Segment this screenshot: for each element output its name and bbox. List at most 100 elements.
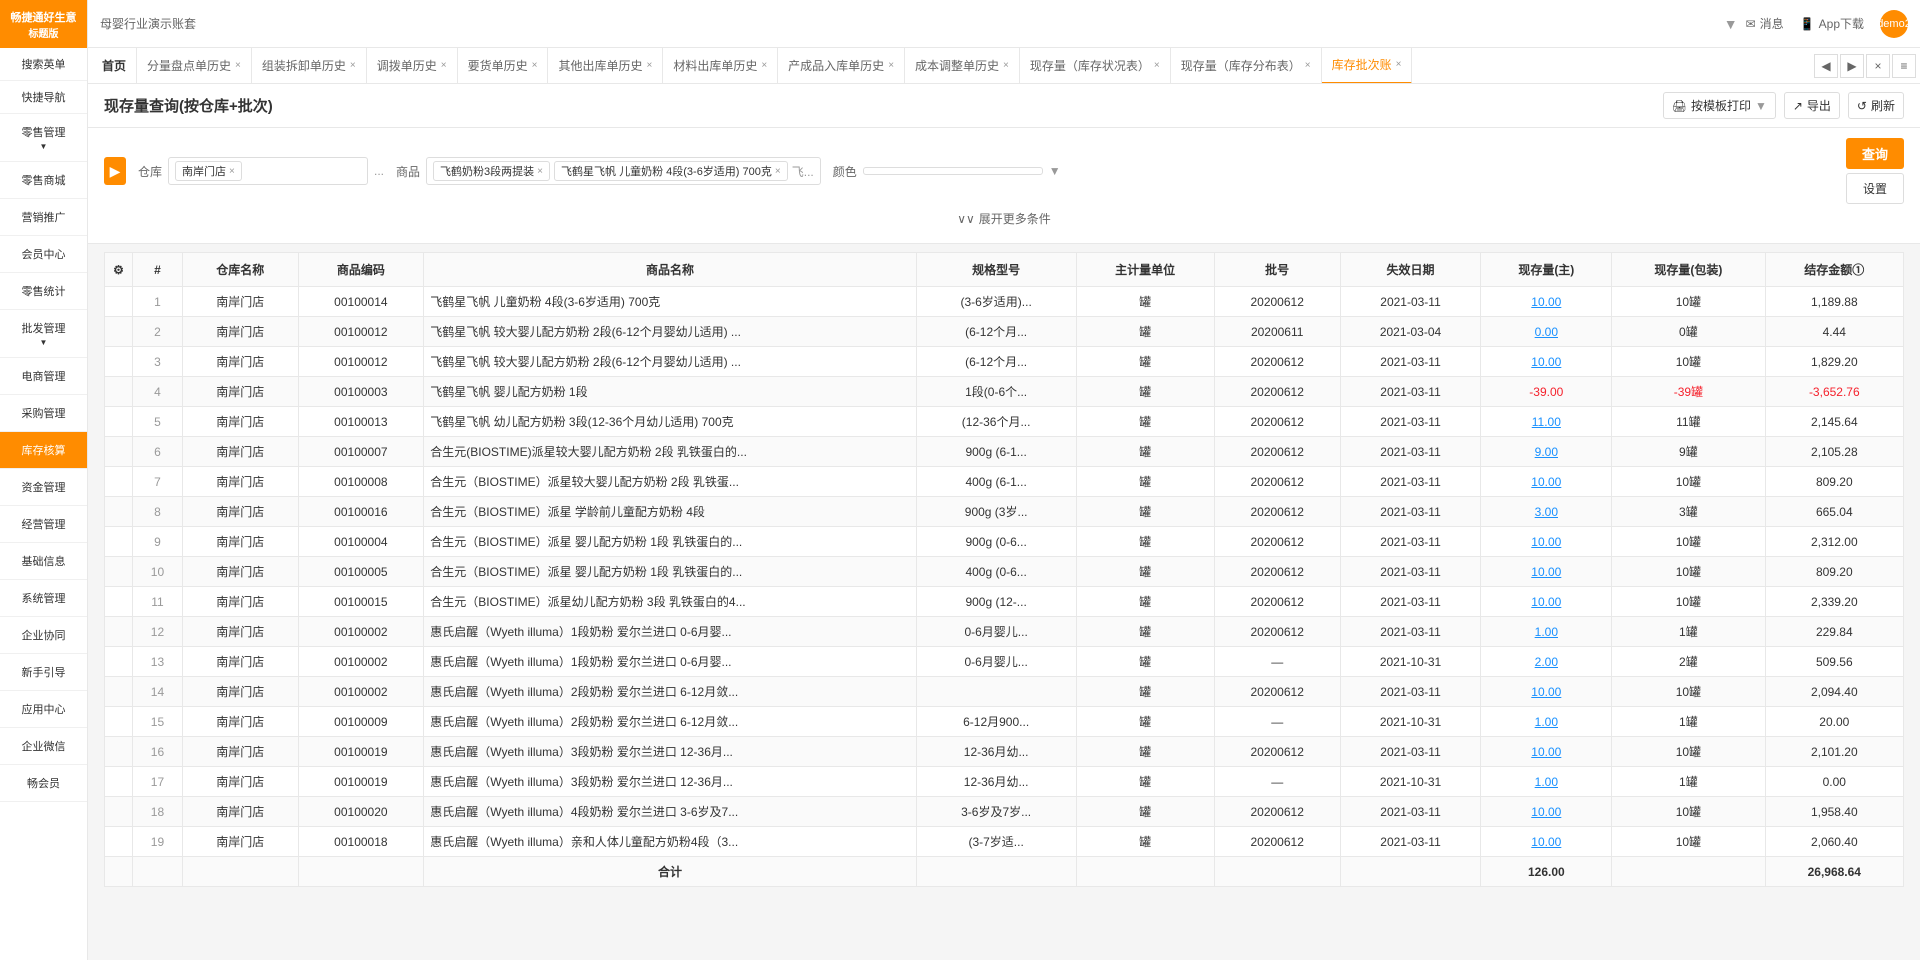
sidebar-item-basic[interactable]: 基础信息 [0, 543, 87, 580]
tab-next-btn[interactable]: ▶ [1840, 54, 1864, 78]
query-btn[interactable]: 查询 [1846, 138, 1904, 169]
sidebar-item-enterprise[interactable]: 企业协同 [0, 617, 87, 654]
message-btn[interactable]: ✉ 消息 [1746, 15, 1784, 32]
sidebar-item-finance[interactable]: 资金管理 [0, 469, 87, 506]
table-header-row: ⚙ # 仓库名称 商品编码 商品名称 规格型号 主计量单位 批号 失效日期 现存… [105, 253, 1904, 287]
logo-line1: 畅捷通好生意 [11, 9, 77, 25]
shortcut-nav-item[interactable]: 快捷导航 [0, 81, 87, 114]
main-content: 母婴行业演示账套 ▼ ✉ 消息 📱 App下载 demo2 首页 分量盘点单历史… [88, 0, 1920, 960]
sidebar-item-inventory[interactable]: 库存核算 [0, 432, 87, 469]
sidebar-item-appstore[interactable]: 应用中心 [0, 691, 87, 728]
product-input[interactable]: 飞鹤奶粉3段两提装 × 飞鹤星飞帆 儿童奶粉 4段(3-6岁适用) 700克 ×… [426, 157, 821, 185]
table-row: 5 南岸门店 00100013 飞鹤星飞帆 幼儿配方奶粉 3段(12-36个月幼… [105, 407, 1904, 437]
tab-other-out-history[interactable]: 其他出库单历史 × [548, 48, 663, 84]
tab-inventory-status[interactable]: 现存量（库存状况表） × [1020, 48, 1171, 84]
tag-close-icon[interactable]: × [537, 166, 543, 177]
tab-close-icon[interactable]: × [761, 60, 767, 71]
avatar[interactable]: demo2 [1880, 10, 1908, 38]
sidebar-item-operations[interactable]: 经营管理 [0, 506, 87, 543]
tab-split-history[interactable]: 分量盘点单历史 × [137, 48, 252, 84]
refresh-btn[interactable]: ↺ 刷新 [1848, 92, 1904, 119]
sidebar-item-purchase[interactable]: 采购管理 [0, 395, 87, 432]
tab-close-icon[interactable]: × [646, 60, 652, 71]
topbar-right: ✉ 消息 📱 App下载 demo2 [1746, 10, 1908, 38]
tab-close-icon[interactable]: × [441, 60, 447, 71]
tab-prev-btn[interactable]: ◀ [1814, 54, 1838, 78]
expand-filter-btn[interactable]: ∨∨ 展开更多条件 [957, 210, 1051, 227]
table-row: 13 南岸门店 00100002 惠氏启醒（Wyeth illuma）1段奶粉 … [105, 647, 1904, 677]
filter-product-group: 商品 飞鹤奶粉3段两提装 × 飞鹤星飞帆 儿童奶粉 4段(3-6岁适用) 700… [396, 157, 821, 185]
th-warehouse: 仓库名称 [182, 253, 298, 287]
tab-cost-adjust[interactable]: 成本调整单历史 × [905, 48, 1020, 84]
table-body: 1 南岸门店 00100014 飞鹤星飞帆 儿童奶粉 4段(3-6岁适用) 70… [105, 287, 1904, 857]
tab-close-btn[interactable]: × [1866, 54, 1890, 78]
product-more[interactable]: 飞... [792, 163, 814, 180]
table-row: 12 南岸门店 00100002 惠氏启醒（Wyeth illuma）1段奶粉 … [105, 617, 1904, 647]
sidebar: 畅捷通好生意 标题版 搜索英单 快捷导航 零售管理 ▼ 零售商城 营销推广 会员… [0, 0, 88, 960]
tab-close-icon[interactable]: × [1003, 60, 1009, 71]
warehouse-tag: 南岸门店 × [175, 161, 242, 181]
tab-mix-history[interactable]: 调拨单历史 × [367, 48, 458, 84]
tab-close-icon[interactable]: × [1396, 59, 1402, 70]
table-row: 2 南岸门店 00100012 飞鹤星飞帆 较大婴儿配方奶粉 2段(6-12个月… [105, 317, 1904, 347]
tab-order-history[interactable]: 要货单历史 × [458, 48, 549, 84]
th-settings: ⚙ [105, 253, 133, 287]
sidebar-item-member[interactable]: 会员中心 [0, 236, 87, 273]
sidebar-item-marketing[interactable]: 营销推广 [0, 199, 87, 236]
table-row: 10 南岸门店 00100005 合生元（BIOSTIME）派星 婴儿配方奶粉 … [105, 557, 1904, 587]
tab-disassemble-history[interactable]: 组装拆卸单历史 × [252, 48, 367, 84]
warehouse-input[interactable]: 南岸门店 × [168, 157, 368, 185]
th-code: 商品编码 [298, 253, 424, 287]
search-english-item[interactable]: 搜索英单 [0, 48, 87, 81]
th-stock-pkg: 现存量(包装) [1612, 253, 1765, 287]
th-stock-main: 现存量(主) [1481, 253, 1612, 287]
tab-close-icon[interactable]: × [888, 60, 894, 71]
chevron-down-icon: ▼ [40, 142, 48, 151]
sidebar-item-corp-wechat[interactable]: 企业微信 [0, 728, 87, 765]
tab-close-icon[interactable]: × [532, 60, 538, 71]
color-dropdown-icon[interactable]: ▼ [1049, 164, 1061, 178]
sidebar-item-guide[interactable]: 新手引导 [0, 654, 87, 691]
th-name: 商品名称 [424, 253, 917, 287]
action-btns: 查询 设置 [1846, 138, 1904, 204]
warehouse-more[interactable]: ... [374, 164, 384, 178]
page-content: 现存量查询(按仓库+批次) 🖨 按模板打印 ▼ ↗ 导出 ↺ 刷新 [88, 84, 1920, 960]
app-download-btn[interactable]: 📱 App下载 [1800, 15, 1864, 32]
sidebar-item-wholesale[interactable]: 批发管理 ▼ [0, 310, 87, 358]
table-row: 11 南岸门店 00100015 合生元（BIOSTIME）派星幼儿配方奶粉 3… [105, 587, 1904, 617]
tab-close-icon[interactable]: × [235, 60, 241, 71]
tab-close-icon[interactable]: × [1305, 60, 1311, 71]
sidebar-item-retail[interactable]: 零售管理 ▼ [0, 114, 87, 162]
settings-icon[interactable]: ⚙ [113, 263, 124, 277]
page-title: 现存量查询(按仓库+批次) [104, 95, 273, 116]
sidebar-item-retail-shop[interactable]: 零售商城 [0, 162, 87, 199]
sidebar-item-system[interactable]: 系统管理 [0, 580, 87, 617]
color-label: 颜色 [833, 163, 857, 180]
sidebar-item-member2[interactable]: 畅会员 [0, 765, 87, 802]
tab-close-icon[interactable]: × [350, 60, 356, 71]
tab-material-out[interactable]: 材料出库单历史 × [663, 48, 778, 84]
account-dropdown-arrow[interactable]: ▼ [1724, 16, 1738, 32]
th-balance: 结存金额① [1765, 253, 1903, 287]
table-row: 6 南岸门店 00100007 合生元(BIOSTIME)派星较大婴儿配方奶粉 … [105, 437, 1904, 467]
tab-batch-ledger[interactable]: 库存批次账 × [1322, 48, 1413, 84]
tag-close-icon[interactable]: × [229, 166, 235, 177]
settings-btn[interactable]: 设置 [1846, 173, 1904, 204]
export-btn[interactable]: ↗ 导出 [1784, 92, 1840, 119]
tab-menu-btn[interactable]: ≡ [1892, 54, 1916, 78]
tab-product-in[interactable]: 产成品入库单历史 × [778, 48, 905, 84]
sidebar-item-ecommerce[interactable]: 电商管理 [0, 358, 87, 395]
filter-arrow-btn[interactable]: ▶ [104, 157, 126, 185]
sidebar-item-retail-stats[interactable]: 零售统计 [0, 273, 87, 310]
tag-close-icon[interactable]: × [775, 166, 781, 177]
tab-close-icon[interactable]: × [1154, 60, 1160, 71]
footer-balance-total: 26,968.64 [1765, 857, 1903, 887]
table-footer: 合计 126.00 26,968.64 [105, 857, 1904, 887]
tab-home[interactable]: 首页 [92, 48, 137, 84]
tab-inventory-dist[interactable]: 现存量（库存分布表） × [1171, 48, 1322, 84]
table-row: 8 南岸门店 00100016 合生元（BIOSTIME）派星 学龄前儿童配方奶… [105, 497, 1904, 527]
filter-row: ▶ 仓库 南岸门店 × ... 商品 [104, 138, 1904, 204]
dropdown-arrow-icon: ▼ [1755, 99, 1767, 113]
template-print-btn[interactable]: 🖨 按模板打印 ▼ [1663, 92, 1776, 119]
color-input[interactable] [863, 167, 1043, 175]
